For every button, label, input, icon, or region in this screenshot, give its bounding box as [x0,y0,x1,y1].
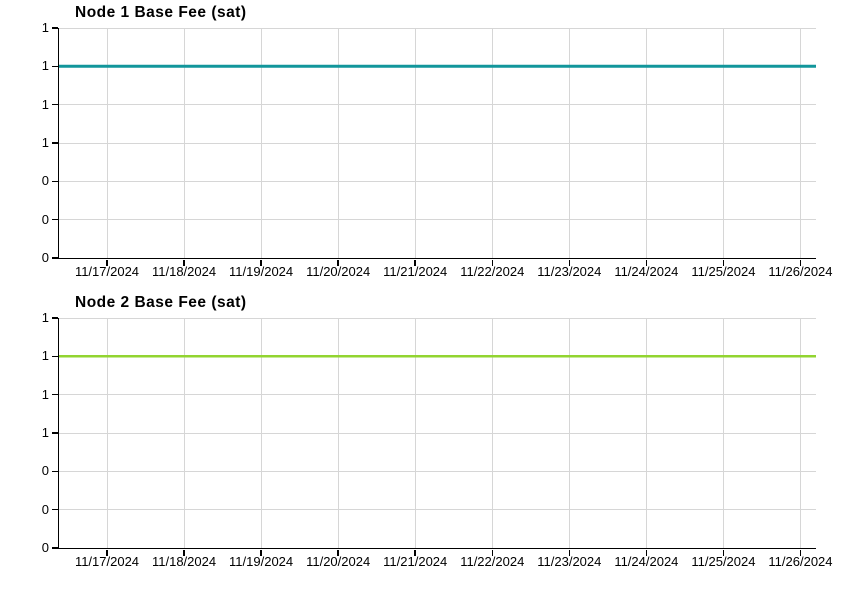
x-tick-label: 11/20/2024 [306,264,371,279]
x-tick-label: 11/22/2024 [460,554,525,569]
y-tick-label: 1 [41,20,49,35]
plot-area: 1 1 1 1 0 0 0 11/17/2024 11/18/2024 11/19/2024 11/… [42,20,833,279]
x-tick-label: 11/19/2024 [229,264,294,279]
y-axis-tick-mark [51,393,58,396]
y-axis-tick-mark [51,508,58,511]
y-axis-tick-mark [51,257,58,259]
x-tick-label: 11/18/2024 [151,554,217,569]
x-tick-label: 11/19/2024 [229,554,294,569]
x-tick-label: 11/17/2024 [74,264,140,279]
y-axis-tick-mark [51,547,58,549]
chart-title: Node 1 Base Fee (sat) [75,4,247,21]
y-tick-label: 1 [41,58,49,74]
chart-node-2-base-fee: Node 2 Base Fee (sat) 1 1 1 1 0 0 0 11/17/2024 1… [0,290,860,600]
x-tick-label: 11/26/2024 [768,264,833,279]
x-tick-label: 11/20/2024 [306,554,371,569]
y-tick-label: 0 [41,250,49,265]
series-plot [59,64,816,68]
y-axis-tick-mark [51,27,58,29]
y-tick-label: 1 [41,425,49,440]
x-tick-label: 11/22/2024 [460,264,525,279]
series-plot [59,355,816,358]
y-axis-tick-mark [51,65,58,68]
y-axis-tick-mark [51,103,58,106]
y-axis-tick-mark [51,432,58,434]
y-tick-label: 0 [41,173,49,189]
y-axis-tick-mark [51,355,58,358]
x-tick-label: 11/23/2024 [537,264,602,279]
y-tick-label: 1 [41,310,49,325]
x-tick-label: 11/24/2024 [614,264,679,279]
y-axis-tick-mark [51,180,58,183]
plot-area: 1 1 1 1 0 0 0 11/17/2024 11/18/2024 11/19/2024 11/… [42,310,833,569]
y-axis-tick-mark [51,218,58,221]
y-axis-tick-mark [51,470,58,473]
x-tick-label: 11/25/2024 [691,264,756,279]
x-tick-label: 11/24/2024 [614,554,679,569]
y-tick-label: 0 [41,463,49,479]
y-tick-label: 1 [41,348,49,364]
y-tick-label: 1 [41,96,49,112]
x-tick-label: 11/18/2024 [151,264,217,279]
x-tick-label: 11/21/2024 [383,554,448,569]
y-axis-tick-mark [51,142,58,144]
x-tick-label: 11/25/2024 [691,554,756,569]
chart-node-1-base-fee: Node 1 Base Fee (sat) 1 1 1 1 0 0 0 11/17/2024 1… [0,0,860,290]
x-tick-label: 11/21/2024 [383,264,448,279]
y-tick-label: 1 [41,386,49,402]
y-tick-label: 0 [41,501,49,517]
chart-title: Node 2 Base Fee (sat) [75,294,247,311]
x-tick-label: 11/26/2024 [768,554,833,569]
x-tick-label: 11/23/2024 [537,554,602,569]
y-tick-label: 1 [41,135,49,150]
y-axis-tick-mark [51,317,58,319]
y-tick-label: 0 [41,211,49,227]
y-tick-label: 0 [41,540,49,555]
x-tick-label: 11/17/2024 [74,554,140,569]
